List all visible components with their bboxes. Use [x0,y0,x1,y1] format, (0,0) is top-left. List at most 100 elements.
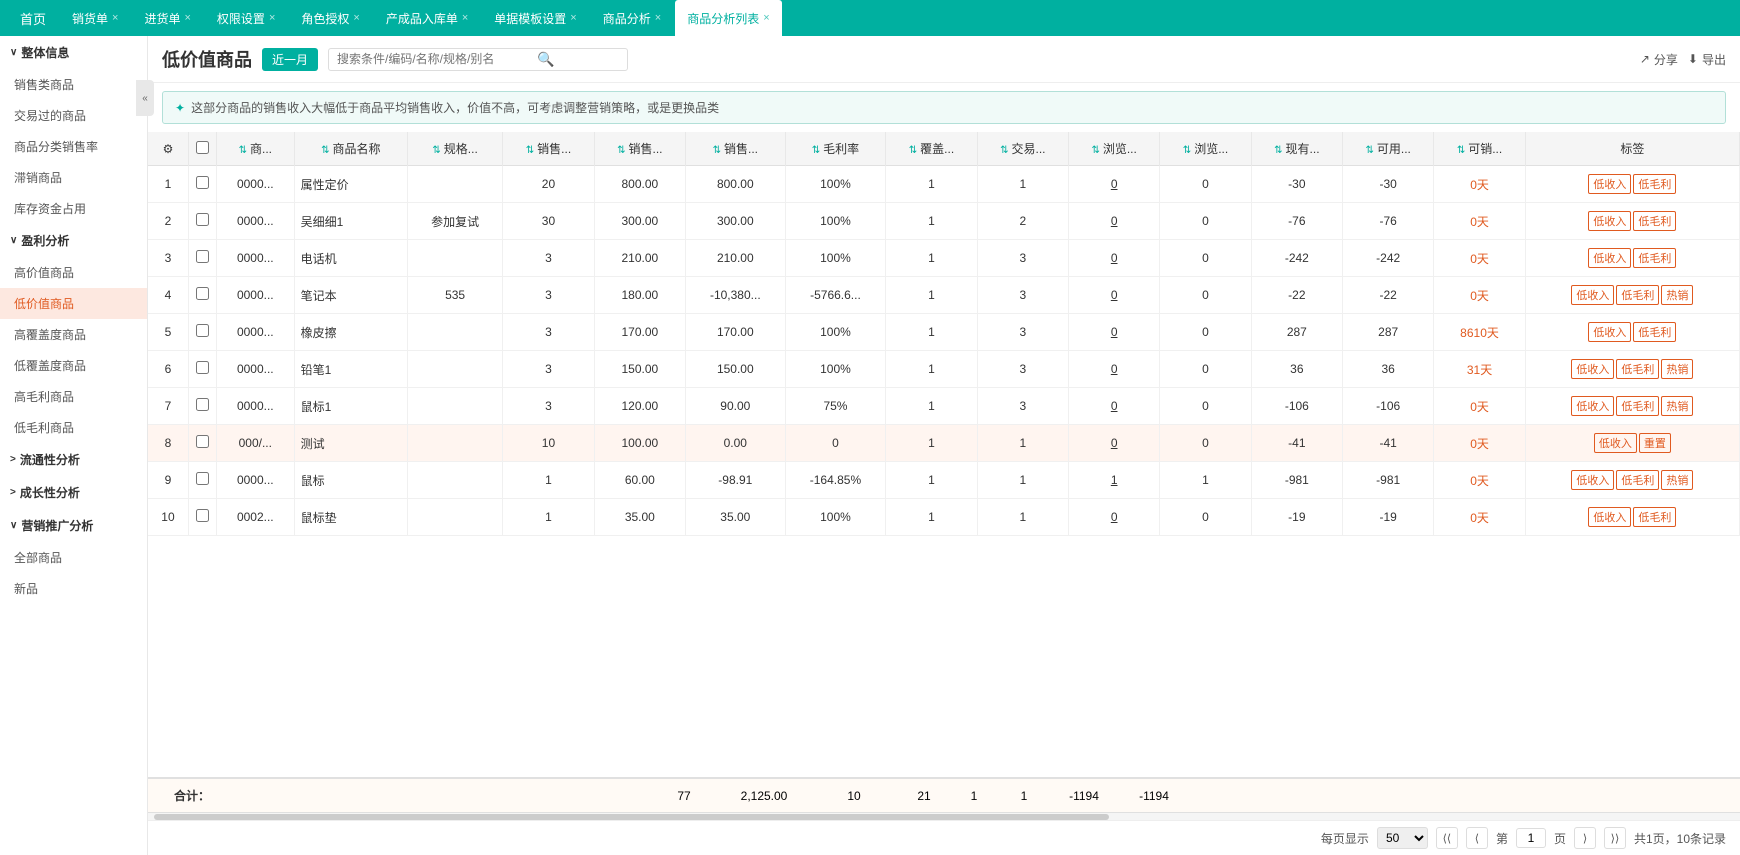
filter-recent-month-button[interactable]: 近一月 [262,48,318,71]
nav-role-auth[interactable]: 角色授权 × [289,0,371,36]
cell-view1[interactable]: 0 [1068,499,1159,536]
th-view1[interactable]: 浏览... [1068,132,1159,166]
close-role-auth[interactable]: × [353,12,359,24]
view1-link[interactable]: 0 [1111,399,1118,413]
cell-checkbox[interactable] [188,425,216,462]
search-input[interactable] [337,52,537,66]
nav-product-analysis[interactable]: 商品分析 × [591,0,673,36]
sidebar-item-all-goods[interactable]: 全部商品 [0,542,147,573]
sidebar-item-category-sales-rate[interactable]: 商品分类销售率 [0,131,147,162]
cell-view1[interactable]: 0 [1068,314,1159,351]
cell-checkbox[interactable] [188,166,216,203]
share-button[interactable]: ↗ 分享 [1640,51,1678,68]
th-sales-qty[interactable]: 销售... [503,132,594,166]
sidebar-section-liquidity[interactable]: > 流通性分析 [0,443,147,476]
cell-checkbox[interactable] [188,314,216,351]
row-checkbox[interactable] [196,398,209,411]
cell-checkbox[interactable] [188,462,216,499]
cell-view1[interactable]: 0 [1068,351,1159,388]
th-name[interactable]: 商品名称 [294,132,407,166]
cell-checkbox[interactable] [188,240,216,277]
sidebar-item-low-coverage[interactable]: 低覆盖度商品 [0,350,147,381]
first-page-button[interactable]: ⟨⟨ [1436,827,1458,849]
th-spec[interactable]: 规格... [407,132,502,166]
th-coverage[interactable]: 覆盖... [886,132,977,166]
next-page-button[interactable]: ⟩ [1574,827,1596,849]
close-purchase-order[interactable]: × [184,12,190,24]
row-checkbox[interactable] [196,287,209,300]
sidebar-section-overall[interactable]: ∨ 整体信息 [0,36,147,69]
nav-home[interactable]: 首页 [8,0,58,36]
view1-link[interactable]: 0 [1111,214,1118,228]
select-all-checkbox[interactable] [196,141,209,154]
th-margin[interactable]: 毛利率 [785,132,886,166]
row-checkbox[interactable] [196,361,209,374]
export-button[interactable]: ⬇ 导出 [1688,51,1726,68]
sidebar-item-high-coverage[interactable]: 高覆盖度商品 [0,319,147,350]
close-template-settings[interactable]: × [570,12,576,24]
view1-link[interactable]: 0 [1111,325,1118,339]
view1-link[interactable]: 0 [1111,436,1118,450]
view1-link[interactable]: 0 [1111,510,1118,524]
row-checkbox[interactable] [196,213,209,226]
view1-link[interactable]: 1 [1111,473,1118,487]
nav-product-analysis-list[interactable]: 商品分析列表 × [675,0,781,36]
sidebar-item-sales-goods[interactable]: 销售类商品 [0,69,147,100]
sidebar-item-low-value[interactable]: 低价值商品 [0,288,147,319]
cell-checkbox[interactable] [188,203,216,240]
view1-link[interactable]: 0 [1111,177,1118,191]
prev-page-button[interactable]: ⟨ [1466,827,1488,849]
th-checkbox[interactable] [188,132,216,166]
cell-view1[interactable]: 0 [1068,203,1159,240]
cell-view1[interactable]: 0 [1068,425,1159,462]
cell-checkbox[interactable] [188,499,216,536]
th-saleable[interactable]: 可销... [1434,132,1525,166]
cell-checkbox[interactable] [188,351,216,388]
row-checkbox[interactable] [196,324,209,337]
row-checkbox[interactable] [196,509,209,522]
sidebar-section-growth[interactable]: > 成长性分析 [0,476,147,509]
view1-link[interactable]: 0 [1111,251,1118,265]
close-sales-order[interactable]: × [112,12,118,24]
row-checkbox[interactable] [196,472,209,485]
sidebar-item-inventory-capital[interactable]: 库存资金占用 [0,193,147,224]
sidebar-item-low-margin[interactable]: 低毛利商品 [0,412,147,443]
th-gear[interactable]: ⚙ [148,132,188,166]
close-permissions[interactable]: × [269,12,275,24]
nav-permissions[interactable]: 权限设置 × [205,0,287,36]
sidebar-collapse-button[interactable]: « [136,80,154,116]
sidebar-section-marketing[interactable]: ∨ 营销推广分析 [0,509,147,542]
sidebar-item-new-goods[interactable]: 新品 [0,573,147,604]
row-checkbox[interactable] [196,176,209,189]
nav-template-settings[interactable]: 单据模板设置 × [482,0,588,36]
nav-sales-order[interactable]: 销货单 × [60,0,130,36]
cell-view1[interactable]: 0 [1068,388,1159,425]
th-available[interactable]: 可用... [1343,132,1434,166]
close-product-inbound[interactable]: × [462,12,468,24]
sidebar-item-high-value[interactable]: 高价值商品 [0,257,147,288]
row-checkbox[interactable] [196,250,209,263]
sidebar-item-slow-moving[interactable]: 滞销商品 [0,162,147,193]
sidebar-section-profit[interactable]: ∨ 盈利分析 [0,224,147,257]
th-current[interactable]: 现有... [1251,132,1342,166]
view1-link[interactable]: 0 [1111,362,1118,376]
row-checkbox[interactable] [196,435,209,448]
sidebar-item-high-margin[interactable]: 高毛利商品 [0,381,147,412]
nav-purchase-order[interactable]: 进货单 × [132,0,202,36]
view1-link[interactable]: 0 [1111,288,1118,302]
sidebar-item-traded-goods[interactable]: 交易过的商品 [0,100,147,131]
close-product-analysis[interactable]: × [655,12,661,24]
th-code[interactable]: 商... [216,132,294,166]
close-product-analysis-list[interactable]: × [763,12,769,24]
per-page-select[interactable]: 50 100 200 [1377,827,1428,849]
cell-checkbox[interactable] [188,277,216,314]
th-view2[interactable]: 浏览... [1160,132,1251,166]
nav-product-inbound[interactable]: 产成品入库单 × [374,0,480,36]
cell-view1[interactable]: 0 [1068,240,1159,277]
page-number-input[interactable] [1516,828,1546,848]
cell-view1[interactable]: 1 [1068,462,1159,499]
cell-view1[interactable]: 0 [1068,277,1159,314]
cell-checkbox[interactable] [188,388,216,425]
th-trade[interactable]: 交易... [977,132,1068,166]
cell-view1[interactable]: 0 [1068,166,1159,203]
